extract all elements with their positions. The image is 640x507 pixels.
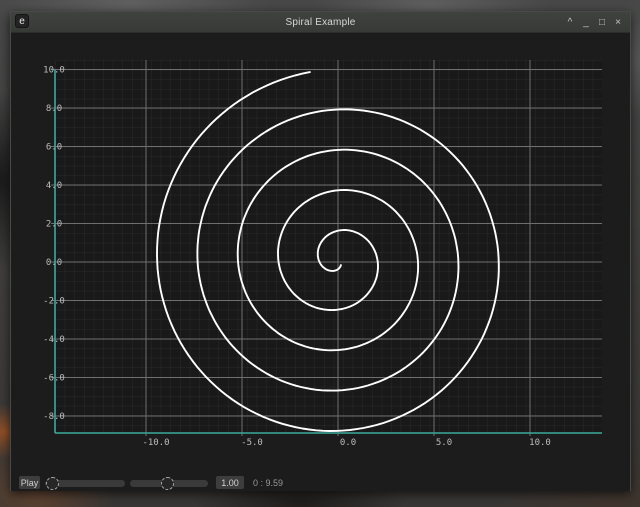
window-title: Spiral Example [285,16,356,28]
spiral-example-window: e Spiral Example ^ _ □ × 10.0 8.0 6.0 4.0 2.… [10,11,631,491]
play-button[interactable]: Play [19,476,40,489]
svg-text:0.0: 0.0 [340,438,356,448]
time-range-label: 0 : 9.59 [253,477,284,488]
svg-text:5.0: 5.0 [436,438,452,448]
spiral-plot[interactable] [55,60,602,433]
time-slider-knob[interactable] [46,477,59,490]
speed-slider-knob[interactable] [161,477,174,490]
speed-value[interactable]: 1.00 [216,476,244,489]
titlebar[interactable]: e Spiral Example ^ _ □ × [11,12,630,33]
svg-text:-10.0: -10.0 [142,438,169,448]
svg-text:-5.0: -5.0 [241,438,263,448]
desktop: { "window": { "title": "Spiral Example",… [0,0,640,507]
playback-controls: Play 1.00 0 : 9.59 [11,473,630,491]
shade-icon[interactable]: ^ [562,12,578,32]
app-icon[interactable]: e [15,14,29,28]
maximize-icon[interactable]: □ [594,12,610,32]
svg-text:10.0: 10.0 [529,438,551,448]
window-content: 10.0 8.0 6.0 4.0 2.0 0.0 -2.0 -4.0 -6.0 -8.0 -10.0… [11,33,630,491]
close-icon[interactable]: × [610,12,626,32]
window-controls: ^ _ □ × [562,12,626,32]
minimize-icon[interactable]: _ [578,12,594,32]
